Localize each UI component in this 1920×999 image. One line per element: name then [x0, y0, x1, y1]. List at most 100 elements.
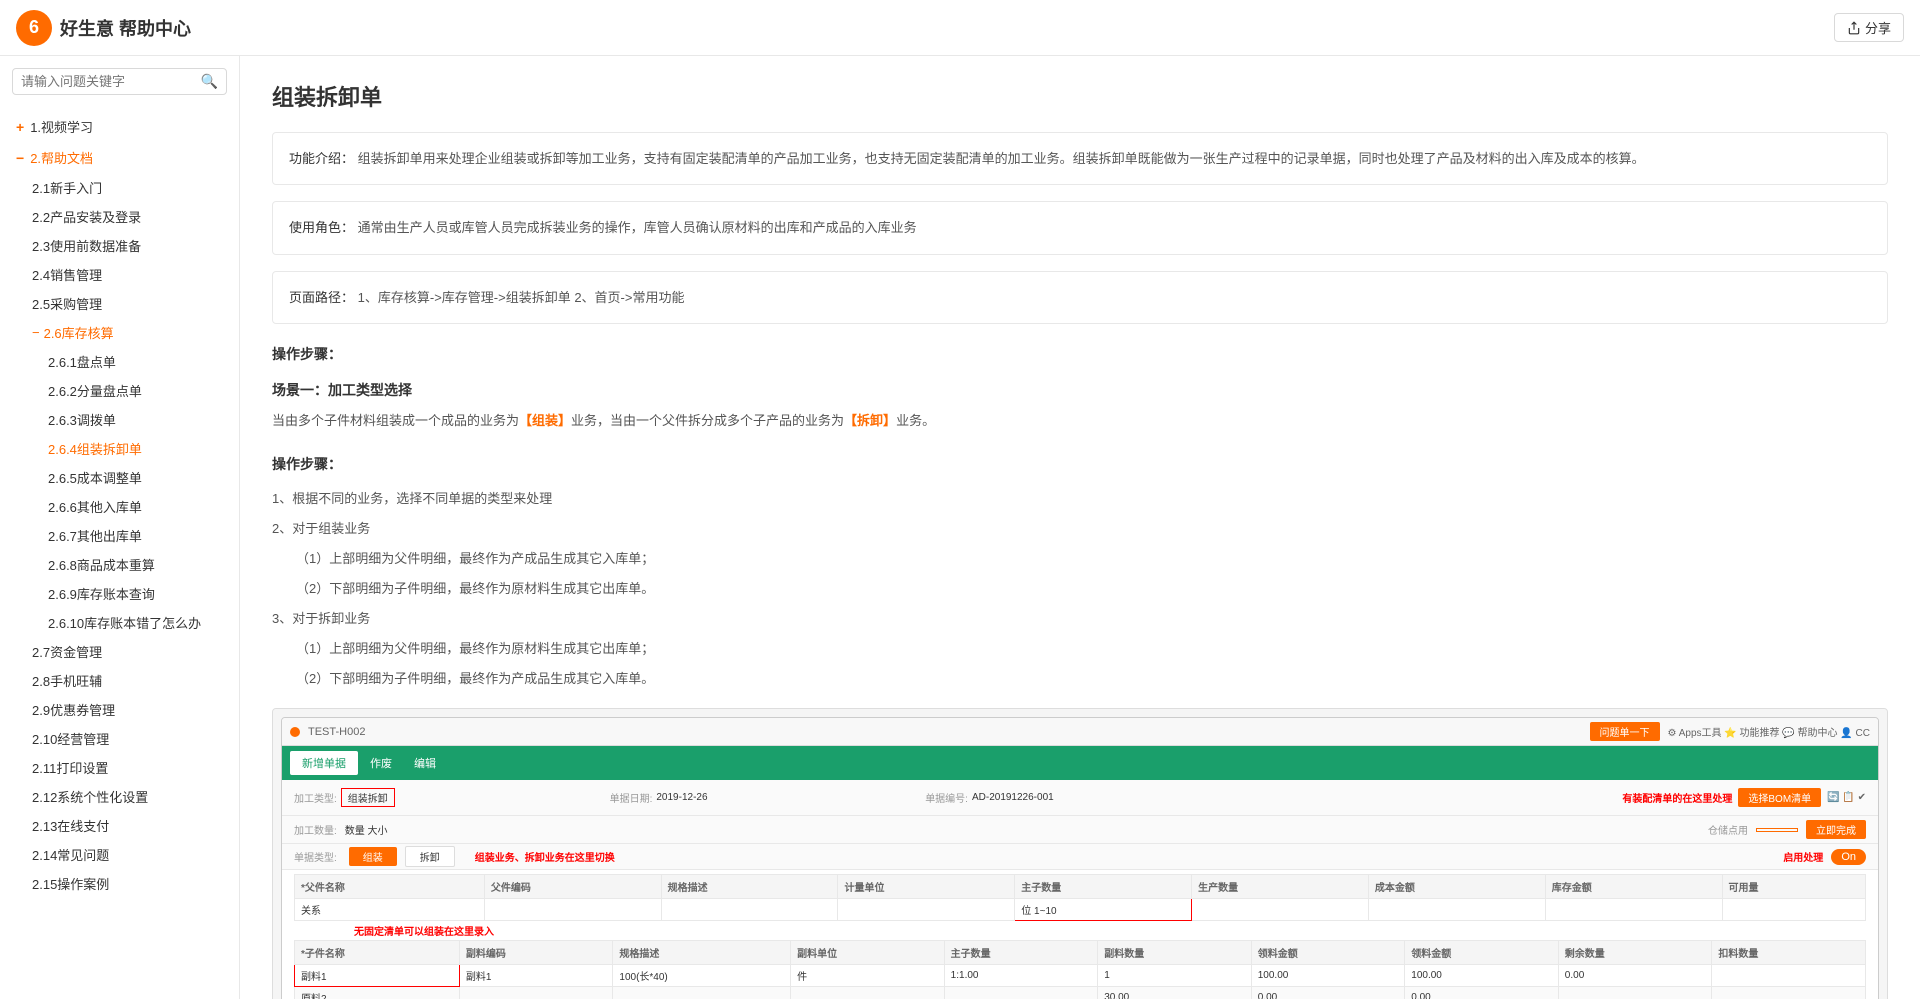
- scenario1-desc: 当由多个子件材料组装成一个成品的业务为【组装】业务，当由一个父件拆分成多个子产品…: [272, 408, 1888, 434]
- search-input[interactable]: [21, 74, 201, 89]
- sidebar-item-payment[interactable]: 2.13在线支付: [0, 811, 239, 840]
- col-h-sub-name: *子件名称: [295, 941, 460, 965]
- app-form-area: 加工类型: 组装拆卸 单据日期: 2019-12-26 单据编号: AD-201…: [282, 780, 1878, 816]
- col-h-parent-name: *父件名称: [295, 875, 485, 899]
- app-tab-delete[interactable]: 作废: [360, 751, 402, 775]
- inventory-minus-icon: −: [32, 325, 40, 340]
- sidebar-item-cost-adjust[interactable]: 2.6.5成本调整单: [0, 463, 239, 492]
- app-type-row: 单据类型: 组装 拆卸 组装业务、拆卸业务在这里切换 启用处理 On: [282, 844, 1878, 870]
- app-screenshot: TEST-H002 问题单一下 ⚙ Apps工具 ⭐ 功能推荐 💬 帮助中心 👤…: [281, 717, 1879, 999]
- assembly-btn[interactable]: 组装: [349, 847, 397, 866]
- sidebar-item-assembly[interactable]: 2.6.4组装拆卸单: [0, 434, 239, 463]
- form-num-value: 数量 大小: [345, 822, 388, 837]
- sidebar-item-custom[interactable]: 2.12系统个性化设置: [0, 782, 239, 811]
- table-row: 关系 位 1~10: [295, 899, 1866, 921]
- form-store-label: 仓储点用: [1708, 822, 1748, 837]
- sidebar-item-portion[interactable]: 2.6.2分量盘点单: [0, 376, 239, 405]
- sidebar-item-mobile[interactable]: 2.8手机旺辅: [0, 666, 239, 695]
- col-h-sub-unit: 副料单位: [791, 941, 945, 965]
- disassembly-tag: 【拆卸】: [844, 413, 896, 428]
- sub-cost2-2: 0.00: [1405, 987, 1559, 999]
- sidebar-item-install[interactable]: 2.2产品安装及登录: [0, 202, 239, 231]
- search-icon[interactable]: 🔍: [201, 73, 218, 90]
- disassembly-btn[interactable]: 拆卸: [405, 846, 455, 867]
- app-topbar-icons: ⚙ Apps工具 ⭐ 功能推荐 💬 帮助中心 👤 CC: [1668, 724, 1870, 739]
- app-tab-new[interactable]: 新增单据: [290, 751, 358, 775]
- sidebar-item-case[interactable]: 2.15操作案例: [0, 869, 239, 898]
- role-block: 使用角色： 通常由生产人员或库管人员完成拆装业务的操作，库管人员确认原材料的出库…: [272, 201, 1888, 254]
- annotation-enable: 启用处理: [1783, 849, 1823, 864]
- cell-p-spec: [661, 899, 838, 921]
- sub-name-2: 原料2: [295, 987, 460, 999]
- sidebar-item-print[interactable]: 2.11打印设置: [0, 753, 239, 782]
- step3: 3、对于拆卸业务: [272, 606, 1888, 632]
- sidebar-item-video[interactable]: + 1.视频学习: [0, 111, 239, 142]
- annotation-switch: 组装业务、拆卸业务在这里切换: [475, 849, 615, 864]
- lower-annotation-row: 无固定清单可以组装在这里录入: [282, 921, 1878, 940]
- lower-table: *子件名称 副料编码 规格描述 副料单位 主子数量 副料数量 领料金额 领料金额…: [294, 940, 1866, 999]
- sidebar-item-docs-label: 2.帮助文档: [30, 148, 93, 167]
- sidebar-item-faq[interactable]: 2.14常见问题: [0, 840, 239, 869]
- sidebar-item-ops[interactable]: 2.10经营管理: [0, 724, 239, 753]
- ops-steps-title: 操作步骤：: [272, 454, 1888, 474]
- main-layout: 🔍 + 1.视频学习 − 2.帮助文档 2.1新手入门 2.2产品安装及登录 2…: [0, 56, 1920, 999]
- annotation-bom: 有装配清单的在这里处理: [1622, 790, 1732, 805]
- col-h-sub-deduct: 扣料数量: [1712, 941, 1866, 965]
- app-form-order: 单据编号: AD-20191226-001: [925, 790, 1235, 805]
- share-icon: [1847, 21, 1861, 35]
- app-topbar-btn: 问题单一下: [1590, 722, 1660, 741]
- page-title: 组装拆卸单: [272, 80, 1888, 112]
- sub-deduct-1: [1712, 965, 1866, 987]
- form-num-label: 加工数量:: [294, 822, 337, 837]
- sidebar-item-purchase[interactable]: 2.5采购管理: [0, 289, 239, 318]
- sidebar-item-dataprep[interactable]: 2.3使用前数据准备: [0, 231, 239, 260]
- sidebar-item-newcomer[interactable]: 2.1新手入门: [0, 173, 239, 202]
- sidebar-item-video-label: 1.视频学习: [30, 117, 93, 136]
- sidebar-item-sales[interactable]: 2.4销售管理: [0, 260, 239, 289]
- expand-icon: +: [16, 119, 24, 135]
- toggle-on[interactable]: On: [1831, 849, 1866, 865]
- sub-unit-1: 件: [791, 965, 945, 987]
- app-topbar-id: TEST-H002: [308, 726, 365, 738]
- sub-qty-1: 1: [1098, 965, 1252, 987]
- path-text: 1、库存核算->库存管理->组装拆卸单 2、首页->常用功能: [358, 290, 685, 305]
- app-tab-edit[interactable]: 编辑: [404, 751, 446, 775]
- form-store-input[interactable]: [1756, 828, 1798, 832]
- sidebar: 🔍 + 1.视频学习 − 2.帮助文档 2.1新手入门 2.2产品安装及登录 2…: [0, 56, 240, 999]
- col-h-inv: 库存金额: [1545, 875, 1722, 899]
- assembly-tag: 【组装】: [519, 413, 571, 428]
- sidebar-item-docs[interactable]: − 2.帮助文档: [0, 142, 239, 173]
- col-h-qty: 主子数量: [1015, 875, 1192, 899]
- sidebar-item-stocktake[interactable]: 2.6.1盘点单: [0, 347, 239, 376]
- app-save-btn[interactable]: 立即完成: [1806, 820, 1866, 839]
- type-row-label: 单据类型:: [294, 849, 337, 864]
- col-h-sub-code: 副料编码: [459, 941, 613, 965]
- sidebar-item-ledger-query[interactable]: 2.6.9库存账本查询: [0, 579, 239, 608]
- collapse-icon: −: [16, 150, 24, 166]
- sidebar-item-other-out[interactable]: 2.6.7其他出库单: [0, 521, 239, 550]
- sub-qty-2: 30.00: [1098, 987, 1252, 999]
- col-h-sub-qty: 副料数量: [1098, 941, 1252, 965]
- sidebar-item-finance[interactable]: 2.7资金管理: [0, 637, 239, 666]
- sub-cost1-1: 100.00: [1251, 965, 1405, 987]
- col-h-parent-code: 父件编码: [484, 875, 661, 899]
- sidebar-item-transfer[interactable]: 2.6.3调拨单: [0, 405, 239, 434]
- sub-unit-2: [791, 987, 945, 999]
- step2: 2、对于组装业务: [272, 516, 1888, 542]
- sidebar-item-ledger-fix[interactable]: 2.6.10库存账本错了怎么办: [0, 608, 239, 637]
- cell-p-avail: [1722, 899, 1865, 921]
- sidebar-item-other-in[interactable]: 2.6.6其他入库单: [0, 492, 239, 521]
- app-confirm-btn[interactable]: 选择BOM清单: [1738, 788, 1821, 807]
- share-button[interactable]: 分享: [1834, 13, 1904, 42]
- ops-title: 操作步骤：: [272, 344, 1888, 364]
- sub-ratio-2: [944, 987, 1098, 999]
- sidebar-item-cost-recalc[interactable]: 2.6.8商品成本重算: [0, 550, 239, 579]
- content-area: 组装拆卸单 功能介绍： 组装拆卸单用来处理企业组装或拆卸等加工业务，支持有固定装…: [240, 56, 1920, 999]
- nav-section: + 1.视频学习 − 2.帮助文档 2.1新手入门 2.2产品安装及登录 2.3…: [0, 107, 239, 902]
- logo-icon: 6: [16, 10, 52, 46]
- function-intro-block: 功能介绍： 组装拆卸单用来处理企业组装或拆卸等加工业务，支持有固定装配清单的产品…: [272, 132, 1888, 185]
- sidebar-item-coupon[interactable]: 2.9优惠券管理: [0, 695, 239, 724]
- sub-cost2-1: 100.00: [1405, 965, 1559, 987]
- sidebar-item-inventory[interactable]: − 2.6库存核算: [0, 318, 239, 347]
- search-box[interactable]: 🔍: [12, 68, 227, 95]
